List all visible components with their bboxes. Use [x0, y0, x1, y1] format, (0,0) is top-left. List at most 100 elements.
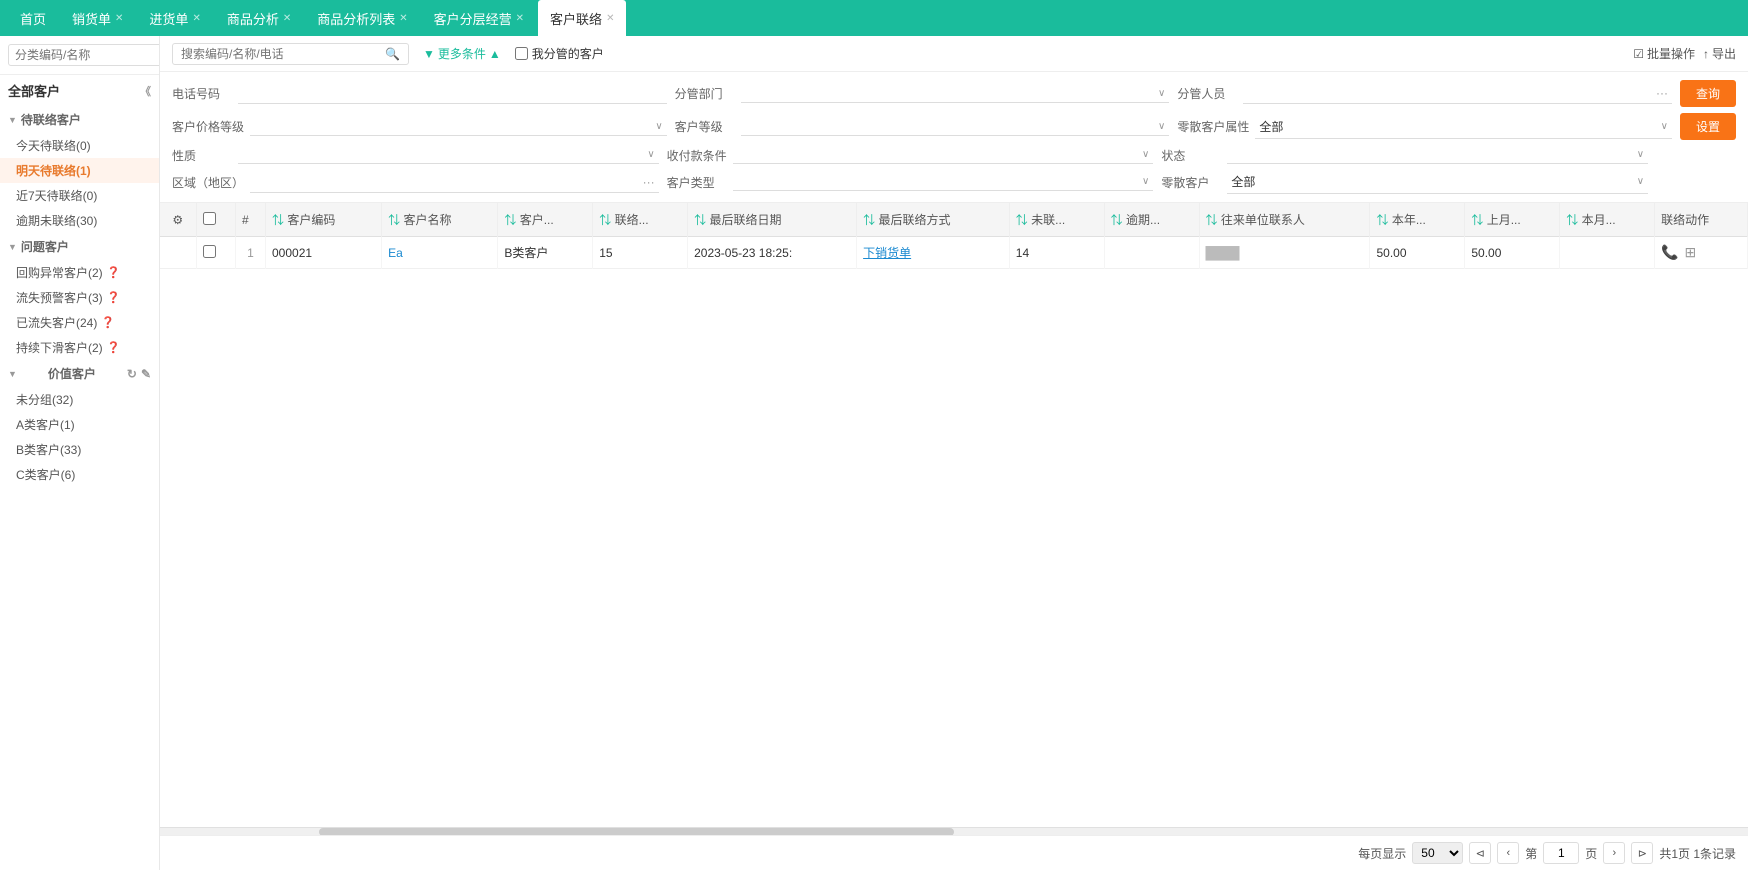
sidebar-item-class-c[interactable]: C类客户(6) — [0, 462, 159, 487]
page-input[interactable] — [1543, 842, 1579, 864]
sidebar-item-class-a[interactable]: A类客户(1) — [0, 412, 159, 437]
row-no-contact: 14 — [1009, 237, 1104, 269]
prev-page-btn[interactable]: ‹ — [1497, 842, 1519, 864]
help-icon-churned[interactable]: ❓ — [101, 316, 115, 329]
sidebar-item-churned[interactable]: 已流失客户(24) ❓ — [0, 310, 159, 335]
per-page-select[interactable]: 50 100 200 — [1412, 842, 1463, 864]
first-page-btn[interactable]: ⊲ — [1469, 842, 1491, 864]
settings-icon[interactable]: ⚙ — [172, 213, 183, 227]
col-settings-header[interactable]: ⚙ — [160, 203, 196, 237]
nav-home[interactable]: 首页 — [8, 0, 58, 36]
row-name[interactable]: Ea — [382, 237, 498, 269]
row-action-phone-icon[interactable]: 📞 — [1661, 244, 1678, 261]
row-this-month — [1560, 237, 1655, 269]
filter-retail-customer-select[interactable]: 全部 ∨ — [1227, 170, 1648, 194]
filter-retail-customer-chevron: ∨ — [1637, 176, 1644, 187]
nav-analysis-close[interactable]: ✕ — [283, 13, 291, 24]
row-checkbox[interactable] — [203, 245, 216, 258]
filter-customer-level-chevron: ∨ — [1158, 121, 1165, 132]
my-customers-checkbox[interactable] — [515, 47, 528, 60]
export-btn[interactable]: ↑ 导出 — [1703, 45, 1736, 62]
filter-dept-select[interactable]: ∨ — [741, 85, 1170, 103]
sidebar-item-repurchase-abnormal[interactable]: 回购异常客户(2) ❓ — [0, 260, 159, 285]
sidebar-item-unsorted[interactable]: 未分组(32) — [0, 387, 159, 412]
col-this-month-header[interactable]: ⇅ 本月... — [1560, 203, 1655, 237]
nav-purchase[interactable]: 进货单 ✕ — [137, 0, 212, 36]
search-input[interactable] — [181, 47, 381, 61]
nav-analysis-list-close[interactable]: ✕ — [399, 13, 407, 24]
col-last-month-header[interactable]: ⇅ 上月... — [1465, 203, 1560, 237]
help-icon-repurchase[interactable]: ❓ — [107, 266, 121, 279]
col-last-date-header[interactable]: ⇅ 最后联络日期 — [688, 203, 857, 237]
row-checkbox-cell[interactable] — [196, 237, 236, 269]
sidebar-item-class-b[interactable]: B类客户(33) — [0, 437, 159, 462]
search-icon[interactable]: 🔍 — [385, 47, 400, 61]
content-area: 🔍 ▼ 更多条件 ▲ 我分管的客户 ☑ 批量操作 ↑ 导出 — [160, 36, 1748, 870]
batch-operation-btn[interactable]: ☑ 批量操作 — [1633, 45, 1695, 62]
sidebar-item-churned-label: 已流失客户(24) — [16, 314, 97, 331]
sidebar-all-customers[interactable]: 全部客户 《 — [0, 75, 159, 106]
sidebar-item-declining[interactable]: 持续下滑客户(2) ❓ — [0, 335, 159, 360]
filter-customer-level-select[interactable]: ∨ — [741, 118, 1170, 136]
col-last-method-header[interactable]: ⇅ 最后联络方式 — [857, 203, 1010, 237]
filter-manager-select[interactable]: ··· — [1243, 83, 1672, 104]
filter-retail-attr-select[interactable]: 全部 ∨ — [1255, 115, 1672, 139]
last-page-btn[interactable]: ⊳ — [1631, 842, 1653, 864]
col-unit-contact-header[interactable]: ⇅ 往来单位联系人 — [1199, 203, 1370, 237]
sidebar-section-pending: 待联络客户 — [0, 106, 159, 133]
nav-purchase-close[interactable]: ✕ — [192, 13, 200, 24]
nav-analysis-list[interactable]: 商品分析列表 ✕ — [305, 0, 419, 36]
col-code-header[interactable]: ⇅ 客户编码 — [266, 203, 382, 237]
filter-nature-select[interactable]: ∨ — [238, 146, 659, 164]
col-checkbox-header[interactable] — [196, 203, 236, 237]
col-this-year-header[interactable]: ⇅ 本年... — [1370, 203, 1465, 237]
nav-sales-close[interactable]: ✕ — [115, 13, 123, 24]
filter-status-select[interactable]: ∨ — [1227, 146, 1648, 164]
sidebar-value-refresh-icon[interactable]: ↻ — [127, 367, 137, 381]
top-nav: 首页 销货单 ✕ 进货单 ✕ 商品分析 ✕ 商品分析列表 ✕ 客户分层经营 ✕ … — [0, 0, 1748, 36]
filter-region-select[interactable]: ··· — [250, 172, 659, 193]
sidebar-search-input[interactable] — [8, 44, 160, 66]
filter-retail-attr-chevron: ∨ — [1661, 121, 1668, 132]
filter-region-dots[interactable]: ··· — [643, 175, 655, 189]
nav-customer-contact[interactable]: 客户联络 ✕ — [538, 0, 626, 36]
query-button[interactable]: 查询 — [1680, 80, 1736, 107]
more-filters-btn[interactable]: ▼ 更多条件 ▲ — [417, 42, 507, 65]
sidebar-item-overdue-contact[interactable]: 逾期未联络(30) — [0, 208, 159, 233]
filter-payment-select[interactable]: ∨ — [733, 146, 1154, 164]
nav-sales[interactable]: 销货单 ✕ — [60, 0, 135, 36]
next-page-btn[interactable]: › — [1603, 842, 1625, 864]
row-action-grid-icon[interactable]: ⊞ — [1685, 244, 1697, 261]
col-type-header[interactable]: ⇅ 客户... — [498, 203, 593, 237]
per-page-label: 每页显示 — [1358, 845, 1406, 862]
filter-manager-dots[interactable]: ··· — [1656, 86, 1668, 100]
col-unit-contact-sort-icon: ⇅ — [1206, 213, 1218, 227]
filter-customer-type-select[interactable]: ∨ — [733, 173, 1154, 191]
filter-price-level-chevron: ∨ — [655, 121, 662, 132]
nav-analysis[interactable]: 商品分析 ✕ — [215, 0, 303, 36]
filter-customer-type: 客户类型 ∨ — [667, 173, 1154, 191]
col-overdue-header[interactable]: ⇅ 逾期... — [1104, 203, 1199, 237]
sidebar-item-today[interactable]: 今天待联络(0) — [0, 133, 159, 158]
help-icon-churn-risk[interactable]: ❓ — [107, 291, 121, 304]
sidebar-item-churn-risk[interactable]: 流失预警客户(3) ❓ — [0, 285, 159, 310]
col-name-header[interactable]: ⇅ 客户名称 — [382, 203, 498, 237]
nav-customer-contact-close[interactable]: ✕ — [606, 13, 614, 24]
settings-button[interactable]: 设置 — [1680, 113, 1736, 140]
my-customers-checkbox-label[interactable]: 我分管的客户 — [515, 45, 604, 62]
help-icon-declining[interactable]: ❓ — [107, 341, 121, 354]
sidebar-item-tomorrow[interactable]: 明天待联络(1) — [0, 158, 159, 183]
row-last-method[interactable]: 下销货单 — [857, 237, 1010, 269]
filter-phone-input[interactable] — [238, 83, 667, 104]
sidebar-item-week[interactable]: 近7天待联络(0) — [0, 183, 159, 208]
nav-customer-segment-close[interactable]: ✕ — [516, 13, 524, 24]
sidebar-value-edit-icon[interactable]: ✎ — [141, 367, 151, 381]
nav-customer-segment[interactable]: 客户分层经营 ✕ — [422, 0, 536, 36]
filter-price-level-select[interactable]: ∨ — [250, 118, 667, 136]
col-no-contact-header[interactable]: ⇅ 未联... — [1009, 203, 1104, 237]
sidebar-item-tomorrow-label: 明天待联络(1) — [16, 162, 91, 179]
select-all-checkbox[interactable] — [203, 212, 216, 225]
col-contacts-header[interactable]: ⇅ 联络... — [593, 203, 688, 237]
horizontal-scrollbar[interactable] — [160, 827, 1748, 835]
sidebar-all-customers-label: 全部客户 — [8, 81, 60, 100]
